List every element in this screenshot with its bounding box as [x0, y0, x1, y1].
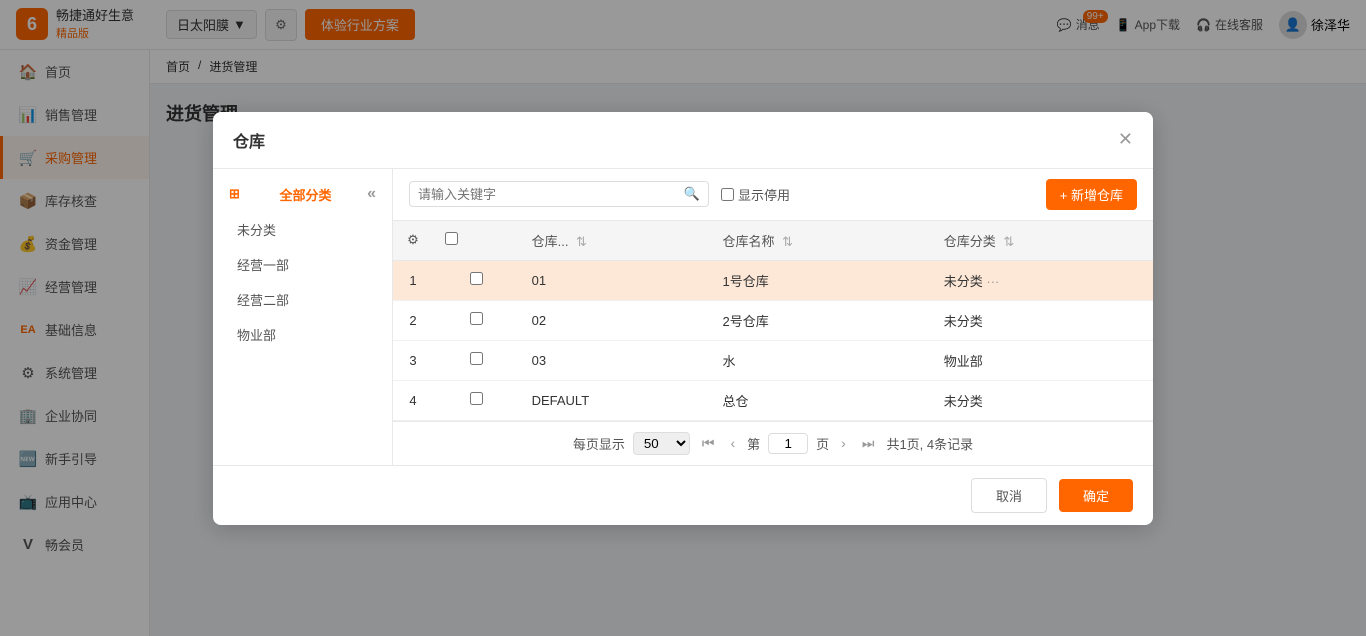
row-category: 物业部: [932, 340, 1153, 380]
last-page-button[interactable]: ⏭: [858, 433, 879, 454]
row-name: 2号仓库: [710, 300, 931, 340]
cancel-button[interactable]: 取消: [971, 478, 1047, 513]
first-page-button[interactable]: ⏮: [698, 433, 719, 454]
table-row[interactable]: 2 02 2号仓库 未分类: [393, 300, 1153, 340]
category-item-property[interactable]: 物业部: [213, 317, 392, 352]
search-box: 🔍: [409, 181, 709, 207]
category-item-dept1[interactable]: 经营一部: [213, 247, 392, 282]
select-all-checkbox[interactable]: [445, 232, 458, 245]
row-name: 水: [710, 340, 931, 380]
category-item-unclassified[interactable]: 未分类: [213, 212, 392, 247]
settings-icon: ⚙: [407, 232, 419, 247]
row-code: 03: [520, 340, 711, 380]
row-index: 1: [393, 260, 433, 300]
row-index: 4: [393, 380, 433, 420]
warehouse-dialog: 仓库 ✕ ⊞ 全部分类 « 未分类 经营一部 经营二部 物业部: [213, 112, 1153, 525]
warehouse-table: ⚙ 仓库... ⇅ 仓库名称 ⇅ 仓库分类 ⇅ 1 01: [393, 221, 1153, 421]
row-checkbox[interactable]: [433, 300, 520, 340]
dialog-header: 仓库 ✕: [213, 112, 1153, 169]
modal-overlay: 仓库 ✕ ⊞ 全部分类 « 未分类 经营一部 经营二部 物业部: [0, 0, 1366, 636]
category-panel: ⊞ 全部分类 « 未分类 经营一部 经营二部 物业部: [213, 169, 393, 465]
row-checkbox[interactable]: [433, 340, 520, 380]
row-checkbox[interactable]: [433, 380, 520, 420]
prev-page-button[interactable]: ‹: [726, 433, 739, 453]
page-number-input[interactable]: [768, 433, 808, 454]
row-category: 未分类 ···: [932, 260, 1153, 300]
dialog-footer: 取消 确定: [213, 465, 1153, 525]
row-category: 未分类: [932, 380, 1153, 420]
next-page-button[interactable]: ›: [837, 433, 850, 453]
dialog-body: ⊞ 全部分类 « 未分类 经营一部 经营二部 物业部 🔍: [213, 169, 1153, 465]
row-code: DEFAULT: [520, 380, 711, 420]
row-category: 未分类: [932, 300, 1153, 340]
table-row[interactable]: 1 01 1号仓库 未分类 ···: [393, 260, 1153, 300]
new-warehouse-button[interactable]: + 新增仓库: [1046, 179, 1137, 210]
close-icon[interactable]: ✕: [1118, 129, 1133, 150]
warehouse-table-wrapper: ⚙ 仓库... ⇅ 仓库名称 ⇅ 仓库分类 ⇅ 1 01: [393, 221, 1153, 421]
row-code: 01: [520, 260, 711, 300]
row-index: 3: [393, 340, 433, 380]
table-body: 1 01 1号仓库 未分类 ··· 2 02 2号仓库: [393, 260, 1153, 420]
table-row[interactable]: 3 03 水 物业部: [393, 340, 1153, 380]
dialog-title: 仓库: [233, 128, 265, 152]
table-row[interactable]: 4 DEFAULT 总仓 未分类: [393, 380, 1153, 420]
show-disabled-checkbox[interactable]: [721, 188, 734, 201]
dialog-toolbar: 🔍 显示停用 + 新增仓库: [393, 169, 1153, 221]
row-name: 1号仓库: [710, 260, 931, 300]
table-header-row: ⚙ 仓库... ⇅ 仓库名称 ⇅ 仓库分类 ⇅: [393, 221, 1153, 261]
pagination: 每页显示 50 20 100 ⏮ ‹ 第 页 › ⏭ 共1页, 4条记录: [393, 421, 1153, 465]
dialog-right-panel: 🔍 显示停用 + 新增仓库 ⚙: [393, 169, 1153, 465]
row-actions[interactable]: ···: [986, 274, 999, 289]
th-name[interactable]: 仓库名称 ⇅: [710, 221, 931, 261]
grid-icon: ⊞: [229, 186, 240, 202]
category-item-dept2[interactable]: 经营二部: [213, 282, 392, 317]
th-code[interactable]: 仓库... ⇅: [520, 221, 711, 261]
row-index: 2: [393, 300, 433, 340]
show-disabled-toggle[interactable]: 显示停用: [721, 185, 790, 204]
row-name: 总仓: [710, 380, 931, 420]
search-input[interactable]: [418, 187, 678, 202]
th-settings: ⚙: [393, 221, 433, 261]
th-checkbox: [433, 221, 520, 261]
all-categories-item[interactable]: ⊞ 全部分类 «: [213, 177, 392, 212]
row-code: 02: [520, 300, 711, 340]
search-icon[interactable]: 🔍: [684, 186, 700, 202]
th-category[interactable]: 仓库分类 ⇅: [932, 221, 1153, 261]
collapse-button[interactable]: «: [367, 185, 376, 203]
confirm-button[interactable]: 确定: [1059, 479, 1133, 512]
per-page-select[interactable]: 50 20 100: [633, 432, 690, 455]
row-checkbox[interactable]: [433, 260, 520, 300]
